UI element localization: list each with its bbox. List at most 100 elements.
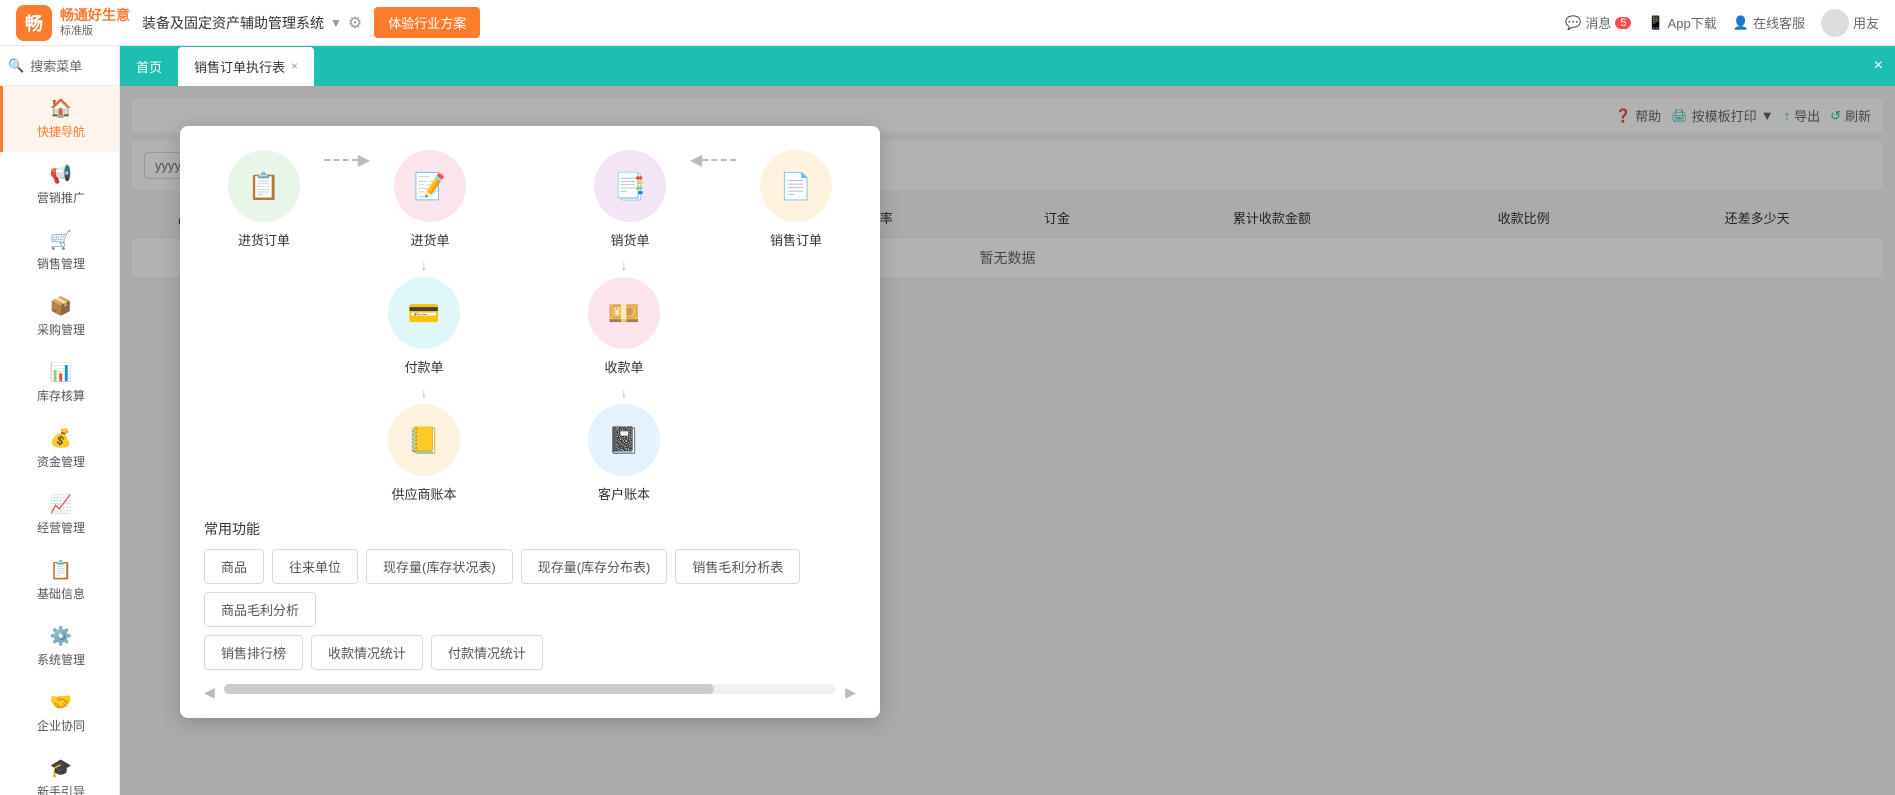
supplier-ledger-node: 📒 供应商账本 <box>364 404 484 503</box>
logo-icon: 畅 <box>16 5 52 41</box>
sidebar-item-sales[interactable]: 🛒 销售管理 <box>0 218 119 284</box>
receipt-bill-circle[interactable]: 💴 <box>588 277 660 349</box>
purchase-order-label: 进货订单 <box>238 230 290 249</box>
customer-ledger-circle[interactable]: 📓 <box>588 404 660 476</box>
sidebar-item-basic-info[interactable]: 📋 基础信息 <box>0 548 119 614</box>
online-service-btn[interactable]: 👤 在线客服 <box>1733 13 1805 32</box>
sidebar-item-label: 采购管理 <box>37 321 85 338</box>
common-functions: 常用功能 商品 往来单位 现存量(库存状况表) 现存量(库存分布表) 销售毛利分… <box>204 519 856 670</box>
sidebar-item-label: 基础信息 <box>37 585 85 602</box>
func-btn-sales-rank[interactable]: 销售排行榜 <box>204 635 303 670</box>
tab-home-label: 首页 <box>136 57 162 76</box>
payment-bill-node: 💳 付款单 <box>364 277 484 376</box>
purchase-order-circle[interactable]: 📋 <box>228 150 300 222</box>
sidebar-item-quick-nav[interactable]: 🏠 快捷导航 <box>0 86 119 152</box>
sales-order-node: 📄 销售订单 <box>736 150 856 249</box>
sales-order-label: 销售订单 <box>770 230 822 249</box>
sidebar-item-label: 企业协同 <box>37 717 85 734</box>
purchase-bill-node: 📝 进货单 <box>370 150 490 249</box>
top-header: 畅 畅通好生意 标准版 装备及固定资产辅助管理系统 ▼ ⚙ 体验行业方案 💬 消… <box>0 0 1895 46</box>
sales-bill-circle[interactable]: 📑 <box>594 150 666 222</box>
receipt-bill-label: 收款单 <box>604 357 643 376</box>
sales-order-circle[interactable]: 📄 <box>760 150 832 222</box>
service-icon: 👤 <box>1733 15 1749 31</box>
receipt-bill-node: 💴 收款单 <box>564 277 684 376</box>
func-btn-stock-status[interactable]: 现存量(库存状况表) <box>366 549 513 584</box>
sales-bill-label: 销货单 <box>610 230 649 249</box>
sidebar-search[interactable]: 🔍 搜索菜单 <box>0 46 119 86</box>
func-btn-product[interactable]: 商品 <box>204 549 264 584</box>
func-btn-payment-stats[interactable]: 付款情况统计 <box>431 635 543 670</box>
customer-ledger-icon: 📓 <box>608 425 640 456</box>
sidebar-item-label: 快捷导航 <box>37 123 85 140</box>
basic-info-icon: 📋 <box>50 560 72 581</box>
function-buttons-row1: 商品 往来单位 现存量(库存状况表) 现存量(库存分布表) 销售毛利分析表 商品… <box>204 549 856 627</box>
scroll-left-icon[interactable]: ◀ <box>204 684 215 701</box>
tab-bar-close-btn[interactable]: × <box>1862 57 1895 75</box>
func-btn-stock-dist[interactable]: 现存量(库存分布表) <box>521 549 668 584</box>
scrollbar-thumb[interactable] <box>224 684 714 694</box>
sidebar-item-purchase[interactable]: 📦 采购管理 <box>0 284 119 350</box>
sidebar-item-system[interactable]: ⚙️ 系统管理 <box>0 614 119 680</box>
func-btn-sales-margin[interactable]: 销售毛利分析表 <box>675 549 800 584</box>
cooperation-icon: 🤝 <box>50 692 72 713</box>
avatar <box>1821 9 1849 37</box>
content-area: 首页 销售订单执行表 × × ❓ 帮助 🖨 按模板打印 <box>120 46 1895 795</box>
customer-ledger-node: 📓 客户账本 <box>564 404 684 503</box>
operation-icon: 📈 <box>50 494 72 515</box>
search-label: 搜索菜单 <box>30 56 82 75</box>
scroll-right-icon[interactable]: ▶ <box>845 684 856 701</box>
func-btn-contact[interactable]: 往来单位 <box>272 549 358 584</box>
system-title: 装备及固定资产辅助管理系统 <box>142 13 324 33</box>
common-functions-title: 常用功能 <box>204 519 856 539</box>
app-download-btn[interactable]: 📱 App下载 <box>1647 13 1716 32</box>
func-btn-product-margin[interactable]: 商品毛利分析 <box>204 592 316 627</box>
sidebar-item-inventory[interactable]: 📊 库存核算 <box>0 350 119 416</box>
sidebar-item-label: 经营管理 <box>37 519 85 536</box>
receipt-bill-icon: 💴 <box>608 298 640 329</box>
tab-bar: 首页 销售订单执行表 × × <box>120 46 1895 86</box>
sidebar-item-label: 库存核算 <box>37 387 85 404</box>
trial-button[interactable]: 体验行业方案 <box>374 7 480 38</box>
payment-bill-label: 付款单 <box>404 357 443 376</box>
sales-order-icon: 📄 <box>780 171 812 202</box>
header-left: 畅 畅通好生意 标准版 装备及固定资产辅助管理系统 ▼ ⚙ 体验行业方案 <box>16 5 480 41</box>
sidebar-item-finance[interactable]: 💰 资金管理 <box>0 416 119 482</box>
online-service-label: 在线客服 <box>1753 13 1805 32</box>
message-icon: 💬 <box>1565 15 1581 31</box>
supplier-ledger-circle[interactable]: 📒 <box>388 404 460 476</box>
purchase-icon: 📦 <box>50 296 72 317</box>
func-btn-receipt-stats[interactable]: 收款情况统计 <box>311 635 423 670</box>
sidebar-item-label: 新手引导 <box>37 783 85 795</box>
sidebar-item-marketing[interactable]: 📢 营销推广 <box>0 152 119 218</box>
sidebar-item-operation[interactable]: 📈 经营管理 <box>0 482 119 548</box>
system-dropdown-icon[interactable]: ▼ <box>330 16 342 30</box>
settings-icon[interactable]: ⚙ <box>348 13 362 33</box>
system-icon: ⚙️ <box>50 626 72 647</box>
app-icon: 📱 <box>1647 15 1663 31</box>
supplier-ledger-icon: 📒 <box>408 425 440 456</box>
user-menu-btn[interactable]: 用友 <box>1821 9 1879 37</box>
brand-name: 畅通好生意 <box>60 6 130 24</box>
tab-sales-order-exec[interactable]: 销售订单执行表 × <box>178 47 314 86</box>
sidebar-item-label: 资金管理 <box>37 453 85 470</box>
sidebar-item-guide[interactable]: 🎓 新手引导 <box>0 746 119 795</box>
sidebar-item-label: 营销推广 <box>37 189 85 206</box>
tab-sales-label: 销售订单执行表 <box>194 57 285 76</box>
sidebar-item-cooperation[interactable]: 🤝 企业协同 <box>0 680 119 746</box>
user-name: 用友 <box>1853 13 1879 32</box>
sidebar-item-label: 系统管理 <box>37 651 85 668</box>
tab-close-icon[interactable]: × <box>291 59 298 73</box>
purchase-bill-circle[interactable]: 📝 <box>394 150 466 222</box>
brand-version: 标准版 <box>60 24 130 38</box>
payment-bill-circle[interactable]: 💳 <box>388 277 460 349</box>
customer-ledger-label: 客户账本 <box>598 484 650 503</box>
logo-area: 畅 畅通好生意 标准版 <box>16 5 130 41</box>
message-btn[interactable]: 💬 消息 5 <box>1565 13 1631 32</box>
marketing-icon: 📢 <box>50 164 72 185</box>
purchase-bill-label: 进货单 <box>410 230 449 249</box>
sales-icon: 🛒 <box>50 230 72 251</box>
tab-home[interactable]: 首页 <box>120 47 178 86</box>
function-buttons-row2: 销售排行榜 收款情况统计 付款情况统计 <box>204 635 856 670</box>
supplier-ledger-label: 供应商账本 <box>391 484 456 503</box>
